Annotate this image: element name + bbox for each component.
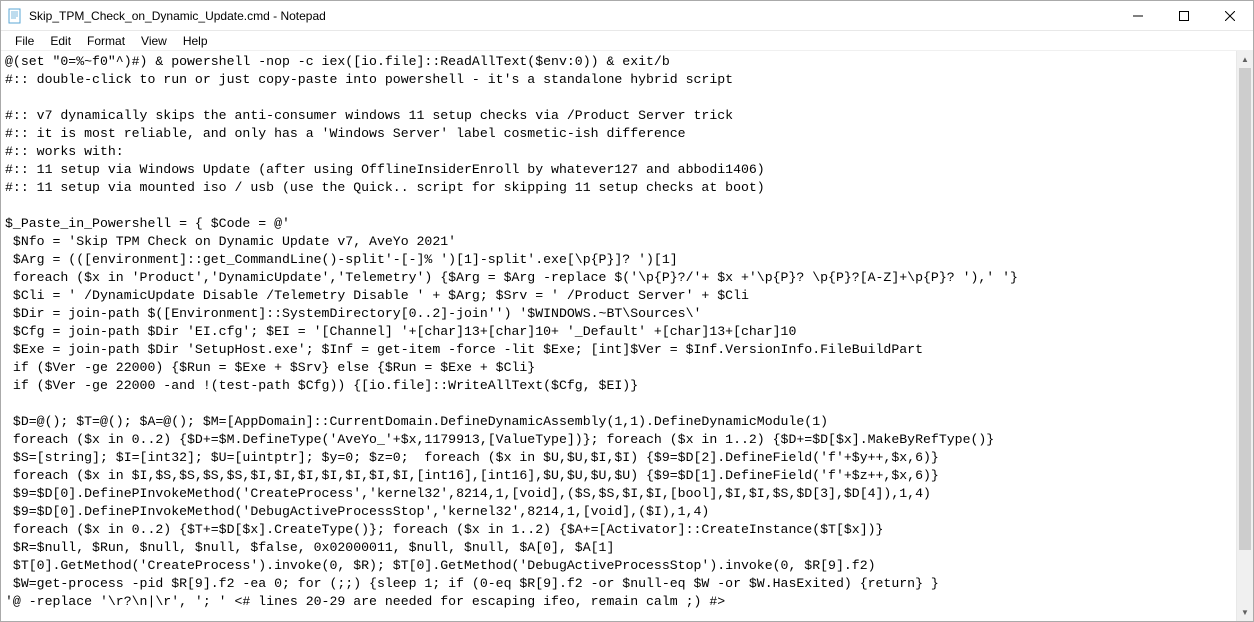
menu-help[interactable]: Help — [175, 32, 216, 50]
text-editor[interactable]: @(set "0=%~f0"^)#) & powershell -nop -c … — [1, 51, 1236, 621]
window-title: Skip_TPM_Check_on_Dynamic_Update.cmd - N… — [29, 9, 1115, 23]
menu-view[interactable]: View — [133, 32, 175, 50]
menu-format[interactable]: Format — [79, 32, 133, 50]
minimize-button[interactable] — [1115, 1, 1161, 30]
scroll-up-arrow[interactable]: ▲ — [1237, 51, 1253, 68]
content-area: @(set "0=%~f0"^)#) & powershell -nop -c … — [1, 51, 1253, 621]
vertical-scrollbar[interactable]: ▲ ▼ — [1236, 51, 1253, 621]
scroll-track[interactable] — [1237, 68, 1253, 604]
maximize-button[interactable] — [1161, 1, 1207, 30]
menubar: File Edit Format View Help — [1, 31, 1253, 51]
menu-file[interactable]: File — [7, 32, 42, 50]
notepad-icon — [7, 8, 23, 24]
scroll-thumb[interactable] — [1239, 68, 1251, 550]
titlebar: Skip_TPM_Check_on_Dynamic_Update.cmd - N… — [1, 1, 1253, 31]
menu-edit[interactable]: Edit — [42, 32, 79, 50]
scroll-down-arrow[interactable]: ▼ — [1237, 604, 1253, 621]
window-controls — [1115, 1, 1253, 30]
close-button[interactable] — [1207, 1, 1253, 30]
